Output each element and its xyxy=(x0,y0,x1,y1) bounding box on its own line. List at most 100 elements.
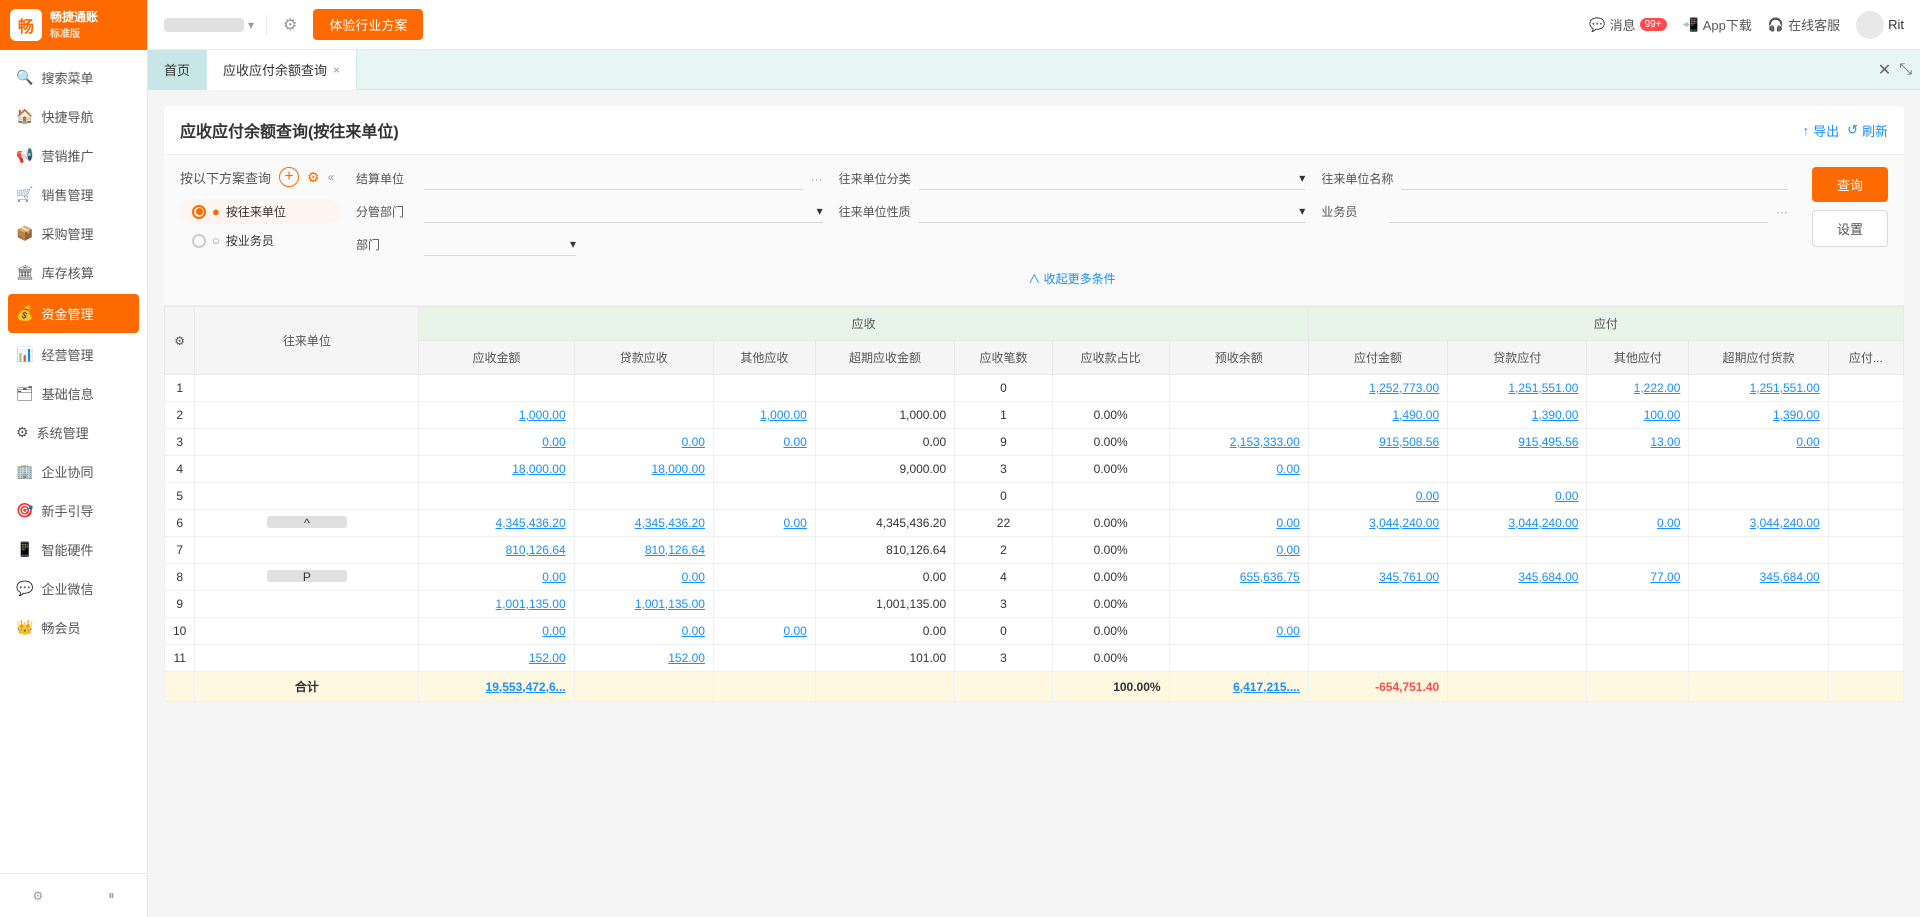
filter-salesman-dots[interactable]: ··· xyxy=(1776,205,1788,219)
row-data-cell[interactable]: 810,126.64 xyxy=(574,537,713,564)
row-data-cell[interactable]: 4,345,436.20 xyxy=(419,510,574,537)
filter-partner-category-select[interactable]: ▾ xyxy=(919,167,1306,190)
filter-collapse-btn[interactable]: « xyxy=(328,170,335,184)
row-data-cell[interactable]: 915,508.56 xyxy=(1308,429,1447,456)
row-data-cell[interactable]: 1,001,135.00 xyxy=(419,591,574,618)
filter-settings-btn[interactable]: ⚙ xyxy=(307,169,320,186)
sidebar-item-hardware[interactable]: 📱 智能硬件 xyxy=(0,530,147,569)
row-data-cell[interactable]: 345,761.00 xyxy=(1308,564,1447,591)
row-data-cell[interactable]: 152.00 xyxy=(574,645,713,672)
filter-partner-name-input[interactable] xyxy=(1401,167,1788,190)
user-info[interactable]: Rit xyxy=(1856,11,1904,39)
tab-home[interactable]: 首页 xyxy=(148,50,207,90)
online-service-btn[interactable]: 🎧 在线客服 xyxy=(1768,15,1840,34)
filter-settlement-dots[interactable]: ··· xyxy=(811,172,823,186)
collapse-btn[interactable]: ∧ 收起更多条件 xyxy=(356,264,1788,293)
tab-close-btn[interactable]: × xyxy=(333,63,340,77)
row-data-cell[interactable]: 100.00 xyxy=(1587,402,1689,429)
row-data-cell[interactable]: 1,490.00 xyxy=(1308,402,1447,429)
row-data-cell[interactable]: 152.00 xyxy=(419,645,574,672)
row-data-cell[interactable]: 655,636.75 xyxy=(1169,564,1308,591)
filter-partner-nature-select[interactable]: ▾ xyxy=(919,200,1306,223)
sidebar-item-system[interactable]: ⚙ 系统管理 xyxy=(0,413,147,452)
row-data-cell[interactable]: 1,222.00 xyxy=(1587,375,1689,402)
row-data-cell[interactable]: 2,153,333.00 xyxy=(1169,429,1308,456)
row-data-cell[interactable]: 4,345,436.20 xyxy=(574,510,713,537)
row-data-cell[interactable]: 0.00 xyxy=(713,618,815,645)
tab-ar-query[interactable]: 应收应付余额查询 × xyxy=(207,50,357,90)
row-data-cell[interactable]: 0.00 xyxy=(1689,429,1828,456)
row-data-cell[interactable]: 13.00 xyxy=(1587,429,1689,456)
row-data-cell[interactable]: 0.00 xyxy=(1169,456,1308,483)
sidebar-item-finance[interactable]: 💰 资金管理 xyxy=(8,294,139,333)
sidebar-item-sales[interactable]: 🛒 销售管理 xyxy=(0,175,147,214)
filter-dept-select[interactable]: ▾ xyxy=(424,200,823,223)
app-download-btn[interactable]: 📲 App下载 xyxy=(1683,15,1752,34)
total-receivable-amount[interactable]: 19,553,472,6... xyxy=(419,672,574,702)
sidebar-item-operations[interactable]: 📊 经营管理 xyxy=(0,335,147,374)
view-by-partner[interactable]: ● 按往来单位 xyxy=(180,199,340,224)
row-data-cell[interactable]: 0.00 xyxy=(1169,618,1308,645)
row-data-cell[interactable]: 345,684.00 xyxy=(1448,564,1587,591)
row-data-cell[interactable]: 1,251,551.00 xyxy=(1448,375,1587,402)
sidebar-item-wechat[interactable]: 💬 企业微信 xyxy=(0,569,147,608)
sidebar-item-member[interactable]: 👑 畅会员 xyxy=(0,608,147,647)
row-data-cell[interactable]: 18,000.00 xyxy=(419,456,574,483)
row-data-cell xyxy=(1169,591,1308,618)
total-prepaid-balance[interactable]: 6,417,215.... xyxy=(1169,672,1308,702)
filter-section-select[interactable]: ▾ xyxy=(424,233,576,256)
sidebar-item-nav[interactable]: 🏠 快捷导航 xyxy=(0,97,147,136)
setting-btn[interactable]: 设置 xyxy=(1812,210,1888,247)
row-data-cell[interactable]: 0.00 xyxy=(574,618,713,645)
row-data-cell[interactable]: 77.00 xyxy=(1587,564,1689,591)
filter-settlement-input[interactable] xyxy=(424,167,803,190)
sidebar-item-inventory[interactable]: 🏛 库存核算 xyxy=(0,253,147,292)
settings-col-header[interactable]: ⚙ xyxy=(165,307,195,375)
row-data-cell[interactable]: 0.00 xyxy=(574,429,713,456)
row-data-cell[interactable]: 1,251,551.00 xyxy=(1689,375,1828,402)
sidebar-item-purchase[interactable]: 📦 采购管理 xyxy=(0,214,147,253)
row-data-cell[interactable]: 0.00 xyxy=(1169,510,1308,537)
row-data-cell[interactable]: 0.00 xyxy=(1169,537,1308,564)
row-data-cell[interactable]: 0.00 xyxy=(574,564,713,591)
tab-maximize-btn[interactable]: ⤡ xyxy=(1899,61,1912,79)
sidebar-item-marketing[interactable]: 📢 营销推广 xyxy=(0,136,147,175)
row-data-cell[interactable]: 0.00 xyxy=(1448,483,1587,510)
sidebar-item-guide[interactable]: 🎯 新手引导 xyxy=(0,491,147,530)
sidebar-item-collab[interactable]: 🏢 企业协同 xyxy=(0,452,147,491)
filter-salesman-input[interactable] xyxy=(1389,200,1768,223)
filter-add-btn[interactable]: + xyxy=(279,167,299,187)
row-data-cell[interactable]: 1,390.00 xyxy=(1689,402,1828,429)
row-data-cell[interactable]: 345,684.00 xyxy=(1689,564,1828,591)
sidebar-collapse-btn[interactable]: ⏸ xyxy=(100,884,122,907)
row-data-cell[interactable]: 1,390.00 xyxy=(1448,402,1587,429)
row-data-cell[interactable]: 915,495.56 xyxy=(1448,429,1587,456)
row-data-cell[interactable]: 1,252,773.00 xyxy=(1308,375,1447,402)
tab-close-window-btn[interactable]: ✕ xyxy=(1878,60,1891,80)
promo-button[interactable]: 体验行业方案 xyxy=(313,9,423,40)
row-data-cell[interactable]: 1,000.00 xyxy=(713,402,815,429)
row-data-cell[interactable]: 810,126.64 xyxy=(419,537,574,564)
row-data-cell[interactable]: 0.00 xyxy=(1308,483,1447,510)
row-data-cell[interactable]: 3,044,240.00 xyxy=(1308,510,1447,537)
sidebar-settings-btn[interactable]: ⚙ xyxy=(25,885,52,907)
sidebar-item-basic-info[interactable]: 🗂 基础信息 xyxy=(0,374,147,413)
row-data-cell[interactable]: 0.00 xyxy=(1587,510,1689,537)
row-data-cell[interactable]: 3,044,240.00 xyxy=(1448,510,1587,537)
row-data-cell[interactable]: 18,000.00 xyxy=(574,456,713,483)
row-data-cell[interactable]: 3,044,240.00 xyxy=(1689,510,1828,537)
refresh-btn[interactable]: ↺ 刷新 xyxy=(1847,121,1888,140)
sidebar-item-search[interactable]: 🔍 搜索菜单 xyxy=(0,58,147,97)
query-btn[interactable]: 查询 xyxy=(1812,167,1888,202)
row-data-cell[interactable]: 0.00 xyxy=(713,510,815,537)
export-btn[interactable]: ↑ 导出 xyxy=(1803,121,1840,140)
row-data-cell[interactable]: 0.00 xyxy=(419,618,574,645)
row-data-cell[interactable]: 0.00 xyxy=(419,429,574,456)
row-data-cell[interactable]: 0.00 xyxy=(419,564,574,591)
message-btn[interactable]: 💬 消息 99+ xyxy=(1589,15,1666,34)
row-data-cell[interactable]: 1,001,135.00 xyxy=(574,591,713,618)
view-by-salesman[interactable]: ○ 按业务员 xyxy=(180,228,340,253)
row-data-cell[interactable]: 1,000.00 xyxy=(419,402,574,429)
header-settings-btn[interactable]: ⚙ xyxy=(283,15,297,35)
row-data-cell[interactable]: 0.00 xyxy=(713,429,815,456)
